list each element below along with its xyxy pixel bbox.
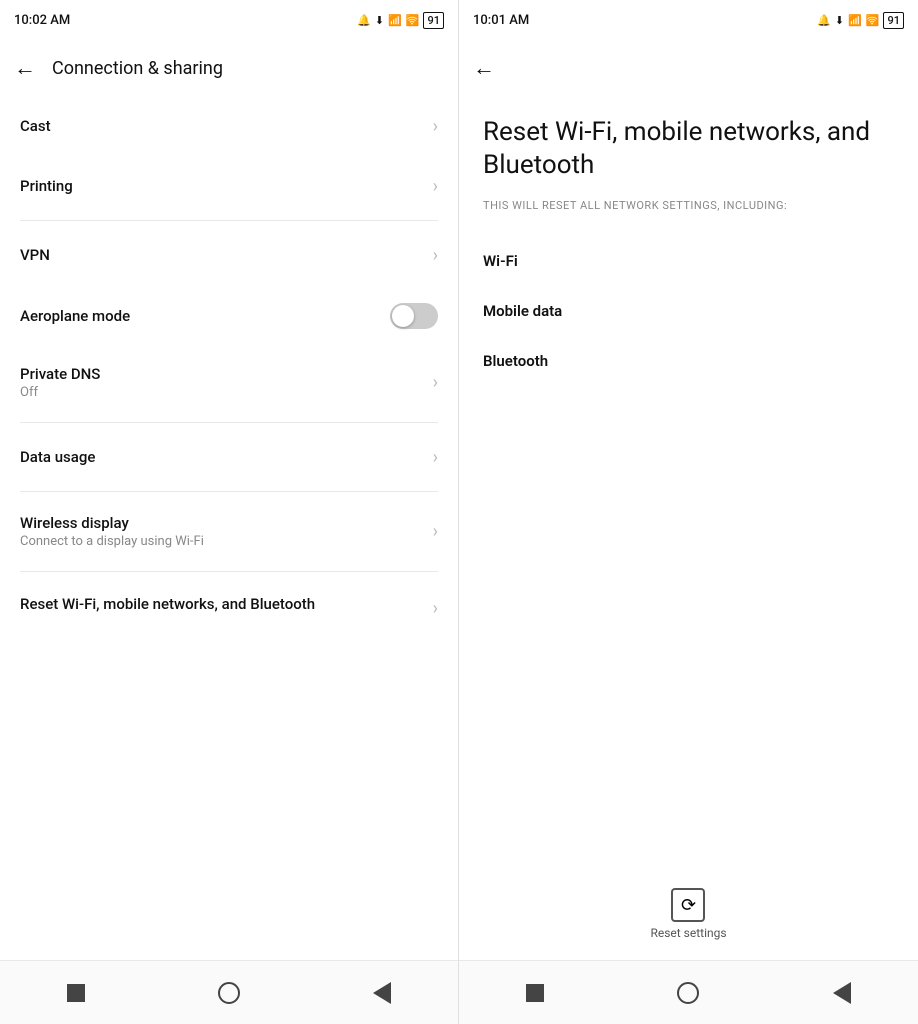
left-back-button[interactable]: ← [14,55,36,81]
wireless-display-item-left: Wireless display Connect to a display us… [20,514,204,549]
right-recents-icon [526,984,544,1002]
home-icon [218,982,240,1004]
reset-mobile-data-label: Mobile data [483,286,894,336]
reset-settings-icon: ⟳ [671,888,705,922]
cast-item-left: Cast [20,117,51,135]
download-icon: ⬇ [375,14,384,27]
right-signal-icon: 📶 [848,14,862,27]
reset-wifi-chevron: › [433,598,438,619]
back-icon [373,982,391,1004]
aeroplane-title: Aeroplane mode [20,307,130,325]
reset-bluetooth-label: Bluetooth [483,336,894,386]
aeroplane-toggle-thumb [392,305,414,327]
reset-icon-glyph: ⟳ [681,895,696,916]
left-status-time: 10:02 AM [14,13,70,28]
vpn-item[interactable]: VPN › [0,225,458,285]
private-dns-subtitle: Off [20,385,100,400]
aeroplane-item-left: Aeroplane mode [20,307,130,325]
wifi-icon: 🛜 [406,14,420,27]
cast-title: Cast [20,117,51,135]
divider-4 [20,571,438,572]
right-download-icon: ⬇ [835,14,844,27]
printing-title: Printing [20,177,73,195]
reset-page-content: Reset Wi-Fi, mobile networks, and Blueto… [459,96,918,868]
printing-item-left: Printing [20,177,73,195]
wireless-display-title: Wireless display [20,514,204,532]
signal-icon: 📶 [388,14,402,27]
right-alarm-icon: 🔔 [817,14,831,27]
printing-item[interactable]: Printing › [0,156,458,216]
printing-chevron: › [433,176,438,197]
left-nav-recents[interactable] [47,976,105,1010]
right-status-bar: 10:01 AM 🔔 ⬇ 📶 🛜 91 [459,0,918,40]
right-battery-indicator: 91 [883,12,904,29]
divider-3 [20,491,438,492]
right-toolbar: ← [459,40,918,96]
aeroplane-toggle-track[interactable] [390,303,438,329]
wireless-display-chevron: › [433,521,438,542]
wireless-display-subtitle: Connect to a display using Wi-Fi [20,534,204,549]
right-nav-recents[interactable] [506,976,564,1010]
private-dns-item[interactable]: Private DNS Off › [0,347,458,418]
reset-wifi-title: Reset Wi-Fi, mobile networks, and Blueto… [20,594,315,615]
divider-2 [20,422,438,423]
vpn-chevron: › [433,245,438,266]
left-toolbar: ← Connection & sharing [0,40,458,96]
cast-chevron: › [433,116,438,137]
battery-indicator: 91 [423,12,444,29]
reset-settings-label: Reset settings [650,926,726,940]
right-wifi-icon: 🛜 [866,14,880,27]
reset-footer: ⟳ Reset settings [459,868,918,960]
left-nav-home[interactable] [198,974,260,1012]
reset-page-subtitle: THIS WILL RESET ALL NETWORK SETTINGS, IN… [483,199,894,212]
right-panel: 10:01 AM 🔔 ⬇ 📶 🛜 91 ← Reset Wi-Fi, mobil… [459,0,918,1024]
right-back-button[interactable]: ← [473,55,495,81]
private-dns-title: Private DNS [20,365,100,383]
reset-settings-button[interactable]: ⟳ Reset settings [642,880,734,948]
right-home-icon [677,982,699,1004]
vpn-title: VPN [20,246,50,264]
left-status-icons: 🔔 ⬇ 📶 🛜 91 [357,12,444,29]
data-usage-item[interactable]: Data usage › [0,427,458,487]
right-nav-back[interactable] [813,974,871,1012]
aeroplane-item[interactable]: Aeroplane mode [0,285,458,347]
left-settings-list: Cast › Printing › VPN › Aeroplane mode [0,96,458,960]
right-back-icon [833,982,851,1004]
reset-wifi-item-left: Reset Wi-Fi, mobile networks, and Blueto… [20,594,315,615]
recents-icon [67,984,85,1002]
left-page-title: Connection & sharing [52,58,223,79]
reset-wifi-label: Wi-Fi [483,236,894,286]
left-nav-back[interactable] [353,974,411,1012]
data-usage-title: Data usage [20,448,95,466]
left-panel: 10:02 AM 🔔 ⬇ 📶 🛜 91 ← Connection & shari… [0,0,459,1024]
data-usage-chevron: › [433,447,438,468]
divider-1 [20,220,438,221]
right-status-time: 10:01 AM [473,13,529,28]
right-nav-home[interactable] [657,974,719,1012]
left-bottom-nav [0,960,458,1024]
right-bottom-nav [459,960,918,1024]
private-dns-item-left: Private DNS Off [20,365,100,400]
alarm-icon: 🔔 [357,14,371,27]
vpn-item-left: VPN [20,246,50,264]
cast-item[interactable]: Cast › [0,96,458,156]
wireless-display-item[interactable]: Wireless display Connect to a display us… [0,496,458,567]
left-status-bar: 10:02 AM 🔔 ⬇ 📶 🛜 91 [0,0,458,40]
right-status-icons: 🔔 ⬇ 📶 🛜 91 [817,12,904,29]
data-usage-item-left: Data usage [20,448,95,466]
reset-page-title: Reset Wi-Fi, mobile networks, and Blueto… [483,116,894,181]
reset-wifi-item[interactable]: Reset Wi-Fi, mobile networks, and Blueto… [0,576,458,637]
aeroplane-toggle[interactable] [390,303,438,329]
private-dns-chevron: › [433,372,438,393]
